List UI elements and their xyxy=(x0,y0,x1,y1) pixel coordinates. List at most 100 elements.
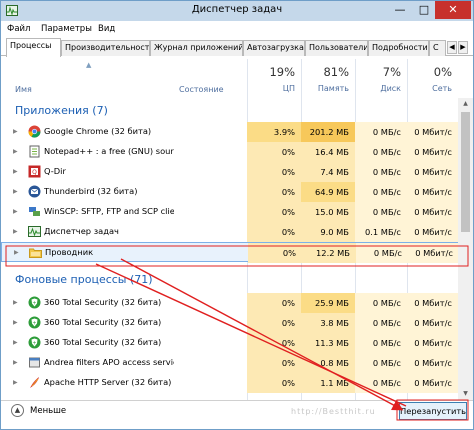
process-network: 0 Мбит/с xyxy=(407,293,458,313)
process-row[interactable]: ▶ Apache HTTP Server (32 бита) 0% 1.1 МБ 0 М… xyxy=(1,373,458,393)
process-memory: 3.8 МБ xyxy=(301,313,355,333)
process-name: Apache HTTP Server (32 бита) xyxy=(44,377,172,387)
tab-strip: Процессы Производительность Журнал прило… xyxy=(1,38,473,57)
scroll-thumb[interactable] xyxy=(461,112,470,232)
process-row[interactable]: ▶ Проводник 0% 12.2 МБ 0 МБ/с 0 Мбит/с xyxy=(1,242,459,263)
expand-chevron-icon[interactable]: ▶ xyxy=(14,249,19,256)
process-row[interactable]: ▶ Notepad++ : a free (GNU) sourc... 0% 16.4… xyxy=(1,142,458,162)
process-memory: 25.9 МБ xyxy=(301,293,355,313)
expand-chevron-icon[interactable]: ▶ xyxy=(13,319,18,326)
process-name: 360 Total Security (32 бита) xyxy=(44,317,162,327)
menu-view[interactable]: Вид xyxy=(98,24,115,34)
sort-up-icon: ▲ xyxy=(86,61,92,69)
menu-file[interactable]: Файл xyxy=(7,24,30,34)
expand-chevron-icon[interactable]: ▶ xyxy=(13,228,18,235)
process-network: 0 Мбит/с xyxy=(407,353,458,373)
process-network: 0 Мбит/с xyxy=(407,333,458,353)
apache-feather-icon xyxy=(28,376,41,389)
task-manager-icon xyxy=(28,225,41,238)
process-network: 0 Мбит/с xyxy=(407,182,458,202)
group-title-apps: Приложения (7) xyxy=(15,104,108,117)
process-row[interactable]: ▶ Q Q-Dir 0% 7.4 МБ 0 МБ/с 0 Мбит/с xyxy=(1,162,458,182)
process-row[interactable]: ▶ Thunderbird (32 бита) 0% 64.9 МБ 0 МБ/с 0 М… xyxy=(1,182,458,202)
expand-chevron-icon[interactable]: ▶ xyxy=(13,359,18,366)
tab-app-history[interactable]: Журнал приложений xyxy=(150,40,243,56)
process-row[interactable]: ▶ Диспетчер задач 0% 9.0 МБ 0.1 МБ/с 0 Мбит/с xyxy=(1,222,458,242)
restart-button[interactable]: Перезапустить xyxy=(399,402,467,420)
column-name[interactable]: Имя xyxy=(15,85,32,94)
expand-chevron-icon[interactable]: ▶ xyxy=(13,188,18,195)
column-disk-percent[interactable]: 7% xyxy=(355,65,401,79)
process-row[interactable]: ▶ Google Chrome (32 бита) 3.9% 201.2 МБ 0 МБ… xyxy=(1,122,458,142)
maximize-button[interactable]: □ xyxy=(413,1,435,19)
fewer-details-button[interactable]: ▲ Меньше xyxy=(11,404,71,418)
expand-chevron-icon[interactable]: ▶ xyxy=(13,299,18,306)
process-disk: 0 МБ/с xyxy=(355,353,407,373)
process-memory: 64.9 МБ xyxy=(301,182,355,202)
process-name: Диспетчер задач xyxy=(44,226,119,236)
tab-processes[interactable]: Процессы xyxy=(6,38,61,57)
process-name: Thunderbird (32 бита) xyxy=(44,186,138,196)
tab-performance[interactable]: Производительность xyxy=(61,40,150,56)
process-cpu: 0% xyxy=(247,182,301,202)
menu-options[interactable]: Параметры xyxy=(41,24,92,34)
expand-chevron-icon[interactable]: ▶ xyxy=(13,168,18,175)
scroll-down-icon[interactable]: ▼ xyxy=(458,388,473,400)
column-state[interactable]: Состояние xyxy=(179,85,224,94)
expand-chevron-icon[interactable]: ▶ xyxy=(13,128,18,135)
scroll-up-icon[interactable]: ▲ xyxy=(458,98,473,110)
expand-chevron-icon[interactable]: ▶ xyxy=(13,379,18,386)
process-cpu: 0% xyxy=(247,222,301,242)
fewer-details-label: Меньше xyxy=(30,406,67,416)
chrome-icon xyxy=(28,125,41,138)
column-disk-label[interactable]: Диск xyxy=(355,84,401,93)
process-row[interactable]: ▶ +360 Total Security (32 бита) 0% 25.9 МБ 0… xyxy=(1,293,458,313)
close-button[interactable]: ✕ xyxy=(435,1,471,19)
column-memory-percent[interactable]: 81% xyxy=(301,65,349,79)
vertical-scrollbar[interactable]: ▲ ▼ xyxy=(458,98,473,400)
security-shield-icon: + xyxy=(28,296,41,309)
process-memory: 201.2 МБ xyxy=(301,122,355,142)
process-cpu: 0% xyxy=(247,142,301,162)
process-cpu: 0% xyxy=(247,162,301,182)
svg-text:+: + xyxy=(32,300,36,306)
process-row[interactable]: ▶ +360 Total Security (32 бита) 0% 3.8 МБ 0 … xyxy=(1,313,458,333)
process-cpu: 0% xyxy=(247,202,301,222)
footer-bar: ▲ Меньше http://Bestthit.ru Перезапустит… xyxy=(1,400,473,429)
tab-scroll-left-icon[interactable]: ◀ xyxy=(447,41,457,54)
tab-users[interactable]: Пользователи xyxy=(305,40,368,56)
process-cpu: 0% xyxy=(247,333,301,353)
expand-chevron-icon[interactable]: ▶ xyxy=(13,148,18,155)
column-network-percent[interactable]: 0% xyxy=(407,65,452,79)
expand-chevron-icon[interactable]: ▶ xyxy=(13,208,18,215)
process-cpu: 0% xyxy=(247,373,301,393)
qdir-icon: Q xyxy=(28,165,41,178)
column-network-label[interactable]: Сеть xyxy=(407,84,452,93)
tab-startup[interactable]: Автозагрузка xyxy=(243,40,305,56)
column-memory-label[interactable]: Память xyxy=(301,84,349,93)
expand-chevron-icon[interactable]: ▶ xyxy=(13,339,18,346)
process-disk: 0 МБ/с xyxy=(356,243,408,263)
process-disk: 0 МБ/с xyxy=(355,293,407,313)
minimize-button[interactable]: — xyxy=(389,1,411,19)
notepad-icon xyxy=(28,145,41,158)
process-disk: 0 МБ/с xyxy=(355,122,407,142)
svg-text:Q: Q xyxy=(32,169,37,176)
process-name: Notepad++ : a free (GNU) sourc... xyxy=(44,146,174,156)
column-cpu-label[interactable]: ЦП xyxy=(247,84,295,93)
process-network: 0 Мбит/с xyxy=(407,162,458,182)
tab-scroll-right-icon[interactable]: ▶ xyxy=(458,41,468,54)
process-memory: 16.4 МБ xyxy=(301,142,355,162)
process-row[interactable]: ▶ Andrea filters APO access servic... 0% 0.… xyxy=(1,353,458,373)
process-list: Приложения (7) ▶ Google Chrome (32 бита) 3… xyxy=(1,98,473,398)
column-cpu-percent[interactable]: 19% xyxy=(247,65,295,79)
tab-services[interactable]: С xyxy=(429,40,446,56)
process-row[interactable]: ▶ WinSCP: SFTP, FTP and SCP clie... 0% 15.0… xyxy=(1,202,458,222)
process-network: 0 Мбит/с xyxy=(407,202,458,222)
process-memory: 9.0 МБ xyxy=(301,222,355,242)
process-disk: 0.1 МБ/с xyxy=(355,222,407,242)
process-row[interactable]: ▶ +360 Total Security (32 бита) 0% 11.3 МБ 0… xyxy=(1,333,458,353)
tab-details[interactable]: Подробности xyxy=(368,40,429,56)
process-memory: 15.0 МБ xyxy=(301,202,355,222)
menu-bar: Файл Параметры Вид xyxy=(1,21,473,38)
